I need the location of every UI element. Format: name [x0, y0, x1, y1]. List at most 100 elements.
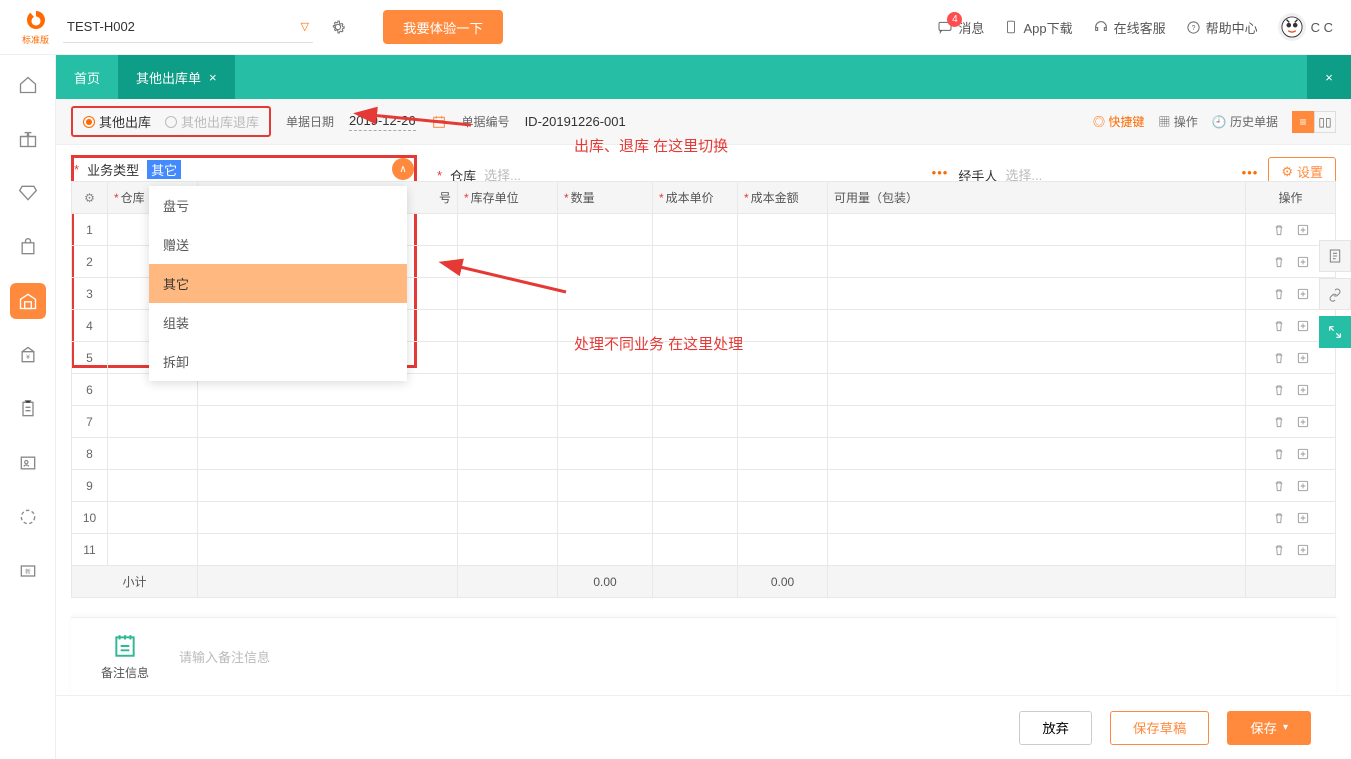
table-row[interactable]: 11: [72, 534, 1336, 566]
chevron-up-icon: ∧: [399, 164, 406, 175]
table-row[interactable]: 10: [72, 502, 1336, 534]
row-number: 5: [72, 342, 108, 374]
add-row-icon[interactable]: [1296, 543, 1310, 557]
clipboard-icon: [18, 399, 38, 419]
dd-item-pankui[interactable]: 盘亏: [149, 186, 407, 225]
nav-warehouse[interactable]: [10, 283, 46, 319]
view-list[interactable]: ≡: [1292, 111, 1314, 133]
settings-icon-button[interactable]: [323, 12, 353, 42]
radio-return[interactable]: 其他出库退库: [165, 112, 259, 131]
chevron-down-icon: ▽: [301, 20, 309, 33]
account-select[interactable]: TEST-H002 ▽: [63, 11, 313, 43]
close-all-tabs[interactable]: ×: [1307, 55, 1351, 99]
tab-current[interactable]: 其他出库单 ×: [118, 55, 235, 99]
dd-item-chaixie[interactable]: 拆卸: [149, 342, 407, 381]
gear-icon: ⚙: [1281, 164, 1293, 180]
rail-expand[interactable]: [1319, 316, 1351, 348]
nav-home[interactable]: [10, 67, 46, 103]
doc-date-value[interactable]: 2019-12-26: [349, 113, 416, 131]
memo-icon-block: 备注信息: [101, 632, 149, 681]
add-row-icon[interactable]: [1296, 319, 1310, 333]
table-row[interactable]: 9: [72, 470, 1336, 502]
add-row-icon[interactable]: [1296, 511, 1310, 525]
nav-diamond[interactable]: [10, 175, 46, 211]
delete-row-icon[interactable]: [1272, 479, 1286, 493]
nav-loading[interactable]: [10, 499, 46, 535]
row-number: 11: [72, 534, 108, 566]
support-label: 在线客服: [1114, 18, 1166, 37]
note-icon: [1327, 248, 1343, 264]
shortcut-link[interactable]: ◎ 快捷键: [1093, 113, 1144, 130]
add-row-icon[interactable]: [1296, 223, 1310, 237]
biz-type-filter: * 业务类型 其它 ∧ 盘亏 赠送 其它 组装 拆卸: [74, 158, 414, 180]
memo-input[interactable]: 请输入备注信息: [179, 647, 1306, 666]
close-icon[interactable]: ×: [209, 70, 217, 85]
dd-item-qita[interactable]: 其它: [149, 264, 407, 303]
delete-row-icon[interactable]: [1272, 447, 1286, 461]
rail-note[interactable]: [1319, 240, 1351, 272]
messages-button[interactable]: 消息 4: [937, 18, 984, 37]
doc-date-label: 单据日期: [286, 113, 334, 130]
delete-row-icon[interactable]: [1272, 255, 1286, 269]
delete-row-icon[interactable]: [1272, 223, 1286, 237]
settings-button-label: 设置: [1297, 162, 1323, 181]
add-row-icon[interactable]: [1296, 287, 1310, 301]
save-button[interactable]: 保存 ▾: [1227, 711, 1311, 745]
nav-bag[interactable]: [10, 229, 46, 265]
add-row-icon[interactable]: [1296, 383, 1310, 397]
table-row[interactable]: 8: [72, 438, 1336, 470]
delete-row-icon[interactable]: [1272, 287, 1286, 301]
nav-clipboard[interactable]: [10, 391, 46, 427]
operation-label: 操作: [1174, 115, 1198, 129]
delete-row-icon[interactable]: [1272, 319, 1286, 333]
user-menu[interactable]: C C: [1278, 13, 1333, 41]
new-icon: 新: [18, 561, 38, 581]
operation-link[interactable]: ▦ 操作: [1158, 113, 1197, 130]
support-button[interactable]: 在线客服: [1093, 18, 1166, 37]
experience-button[interactable]: 我要体验一下: [383, 10, 503, 44]
view-grid[interactable]: ▯▯: [1314, 111, 1336, 133]
headset-icon: [1093, 19, 1109, 35]
app-download-button[interactable]: App下载: [1004, 18, 1072, 37]
delete-row-icon[interactable]: [1272, 543, 1286, 557]
gift-icon: [18, 129, 38, 149]
top-header: 标准版 TEST-H002 ▽ 我要体验一下 消息 4 App下载 在线客服 ?…: [0, 0, 1351, 55]
bag-icon: [18, 237, 38, 257]
nav-gift[interactable]: [10, 121, 46, 157]
account-value: TEST-H002: [67, 19, 135, 34]
tab-bar: 首页 其他出库单 × ×: [56, 55, 1351, 99]
nav-person[interactable]: [10, 445, 46, 481]
save-draft-button[interactable]: 保存草稿: [1110, 711, 1209, 745]
calendar-icon[interactable]: [431, 114, 447, 130]
biz-type-value[interactable]: 其它: [147, 160, 181, 179]
delete-row-icon[interactable]: [1272, 351, 1286, 365]
help-button[interactable]: ? 帮助中心: [1186, 18, 1258, 37]
dd-item-zengsong[interactable]: 赠送: [149, 225, 407, 264]
rail-link[interactable]: [1319, 278, 1351, 310]
shortcut-label: 快捷键: [1108, 115, 1144, 129]
dd-item-zuzhuang[interactable]: 组装: [149, 303, 407, 342]
row-number: 3: [72, 278, 108, 310]
add-row-icon[interactable]: [1296, 351, 1310, 365]
th-gear[interactable]: ⚙: [72, 182, 108, 214]
delete-row-icon[interactable]: [1272, 383, 1286, 397]
nav-money[interactable]: ¥: [10, 337, 46, 373]
delete-row-icon[interactable]: [1272, 415, 1286, 429]
discard-button[interactable]: 放弃: [1019, 711, 1092, 745]
history-link[interactable]: 🕘 历史单据: [1212, 113, 1278, 130]
add-row-icon[interactable]: [1296, 479, 1310, 493]
add-row-icon[interactable]: [1296, 447, 1310, 461]
avatar-icon: [1281, 16, 1303, 38]
person-card-icon: [18, 453, 38, 473]
biz-type-dropdown-toggle[interactable]: ∧: [392, 158, 414, 180]
biz-type-dropdown: 盘亏 赠送 其它 组装 拆卸: [149, 186, 407, 381]
nav-new[interactable]: 新: [10, 553, 46, 589]
radio-outbound[interactable]: 其他出库: [83, 112, 151, 131]
table-row[interactable]: 7: [72, 406, 1336, 438]
history-label: 历史单据: [1230, 115, 1278, 129]
add-row-icon[interactable]: [1296, 255, 1310, 269]
radio-outbound-label: 其他出库: [99, 112, 151, 131]
tab-home[interactable]: 首页: [56, 55, 118, 99]
add-row-icon[interactable]: [1296, 415, 1310, 429]
delete-row-icon[interactable]: [1272, 511, 1286, 525]
